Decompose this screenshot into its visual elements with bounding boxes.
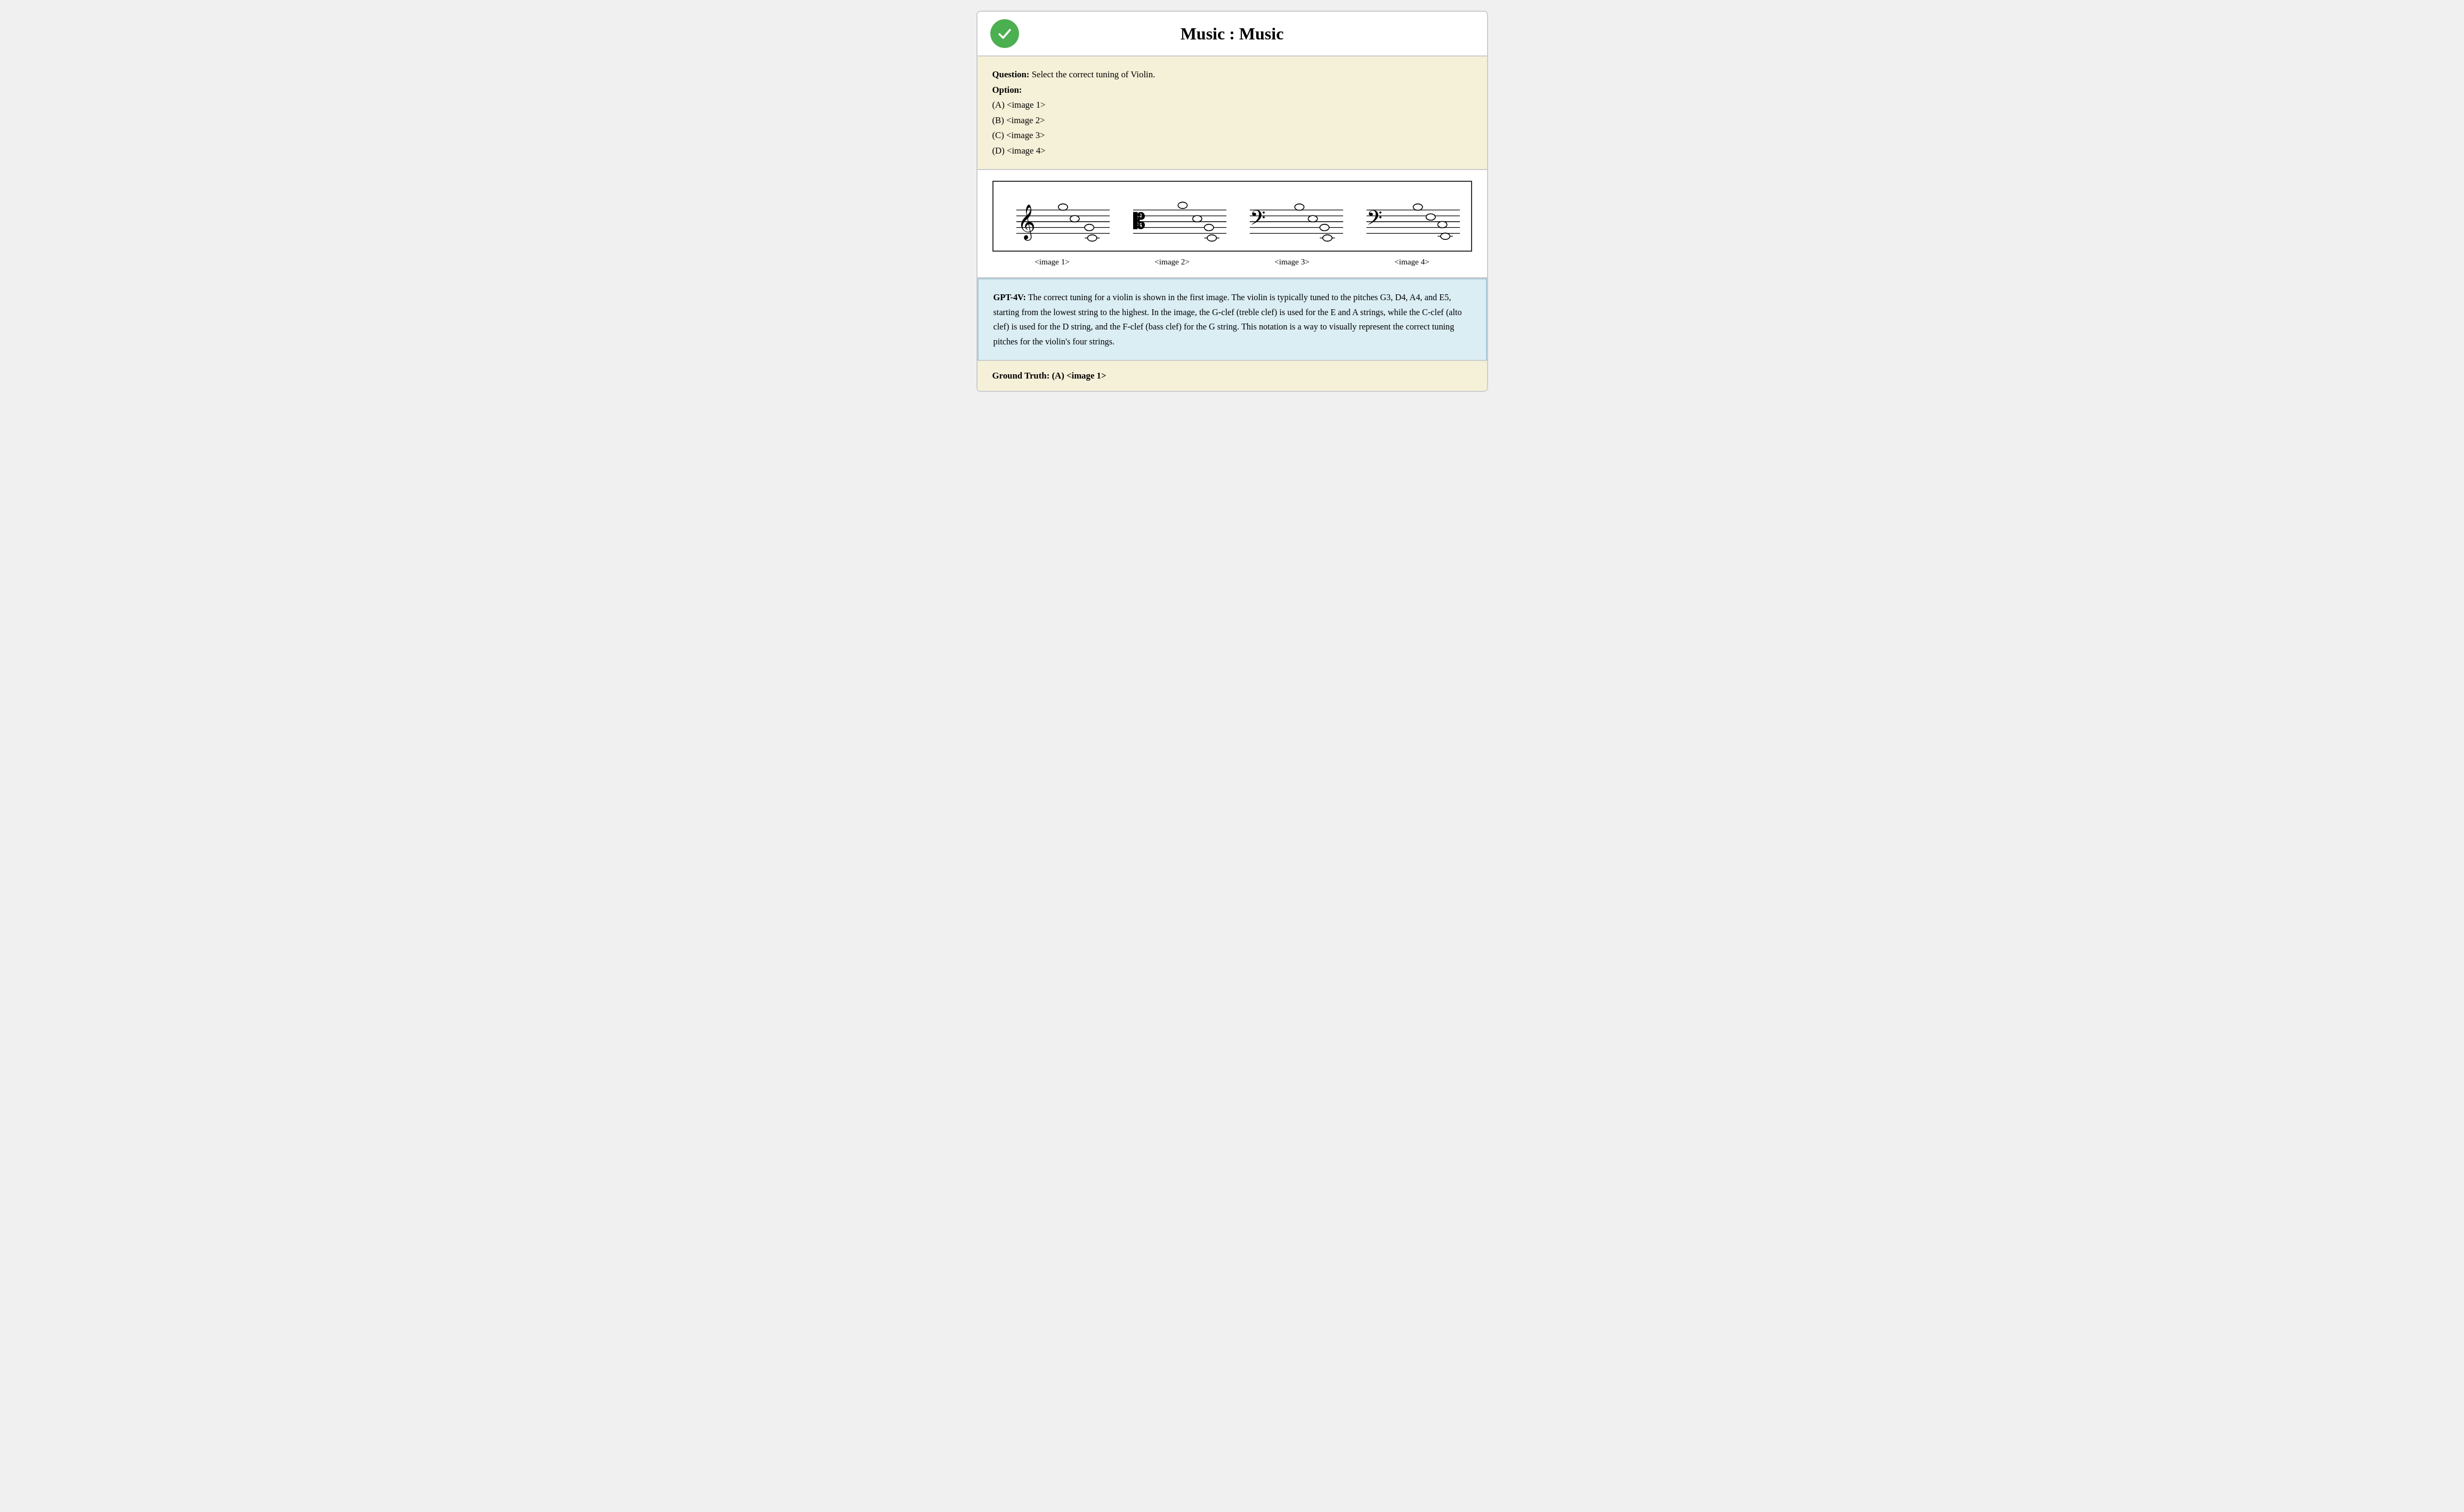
image-label-2: <image 2>	[1112, 257, 1232, 267]
svg-text:C: C	[1134, 214, 1143, 228]
svg-point-31	[1320, 224, 1329, 231]
svg-point-10	[1087, 235, 1097, 242]
option-c: (C) <image 3>	[992, 128, 1472, 143]
svg-point-7	[1070, 216, 1079, 222]
gpt-text: The correct tuning for a violin is shown…	[993, 292, 1462, 347]
music-image-2: 𝄡 C	[1116, 192, 1232, 245]
images-box: 𝄞	[992, 181, 1472, 252]
question-line: Question: Select the correct tuning of V…	[992, 67, 1472, 83]
image-label-1: <image 1>	[992, 257, 1112, 267]
image-1-wrapper: 𝄞	[999, 192, 1116, 245]
option-b: (B) <image 2>	[992, 113, 1472, 128]
music-image-1: 𝄞	[999, 192, 1116, 245]
svg-point-19	[1192, 216, 1202, 222]
question-label: Question:	[992, 69, 1030, 79]
question-text: Select the correct tuning of Violin.	[1032, 69, 1156, 79]
image-label-3: <image 3>	[1232, 257, 1352, 267]
svg-point-44	[1440, 233, 1450, 239]
gpt-label: GPT-4V:	[993, 292, 1026, 302]
svg-point-18	[1178, 202, 1187, 208]
checkmark-icon	[990, 19, 1019, 48]
svg-point-33	[1322, 235, 1332, 242]
svg-text:𝄢: 𝄢	[1366, 207, 1382, 234]
music-image-4: 𝄢	[1349, 192, 1466, 245]
page-title: Music : Music	[1029, 24, 1436, 44]
ground-truth-value: (A) <image 1>	[1052, 371, 1106, 381]
gpt-section: GPT-4V: The correct tuning for a violin …	[977, 278, 1487, 361]
option-label-line: Option:	[992, 83, 1472, 98]
svg-point-20	[1204, 224, 1214, 231]
image-2-wrapper: 𝄡 C	[1116, 192, 1232, 245]
image-label-4: <image 4>	[1352, 257, 1472, 267]
option-label: Option:	[992, 85, 1022, 95]
svg-point-6	[1058, 204, 1068, 211]
music-image-3: 𝄢	[1232, 192, 1349, 245]
svg-point-42	[1437, 221, 1447, 228]
ground-truth-label: Ground Truth:	[992, 371, 1050, 381]
svg-text:𝄞: 𝄞	[1017, 205, 1036, 242]
ground-truth-section: Ground Truth: (A) <image 1>	[977, 361, 1487, 391]
option-a: (A) <image 1>	[992, 98, 1472, 113]
svg-point-40	[1413, 204, 1423, 211]
svg-point-29	[1295, 204, 1304, 211]
image-3-wrapper: 𝄢	[1232, 192, 1349, 245]
main-card: Music : Music Question: Select the corre…	[976, 11, 1488, 392]
svg-point-22	[1207, 235, 1216, 242]
svg-point-8	[1084, 224, 1094, 231]
header: Music : Music	[977, 12, 1487, 57]
image-4-wrapper: 𝄢	[1349, 192, 1466, 245]
question-section: Question: Select the correct tuning of V…	[977, 57, 1487, 170]
option-d: (D) <image 4>	[992, 143, 1472, 159]
svg-text:𝄢: 𝄢	[1249, 207, 1265, 234]
image-labels-row: <image 1> <image 2> <image 3> <image 4>	[992, 257, 1472, 267]
svg-point-41	[1426, 214, 1435, 220]
images-section: 𝄞	[977, 170, 1487, 278]
svg-point-30	[1308, 216, 1318, 222]
